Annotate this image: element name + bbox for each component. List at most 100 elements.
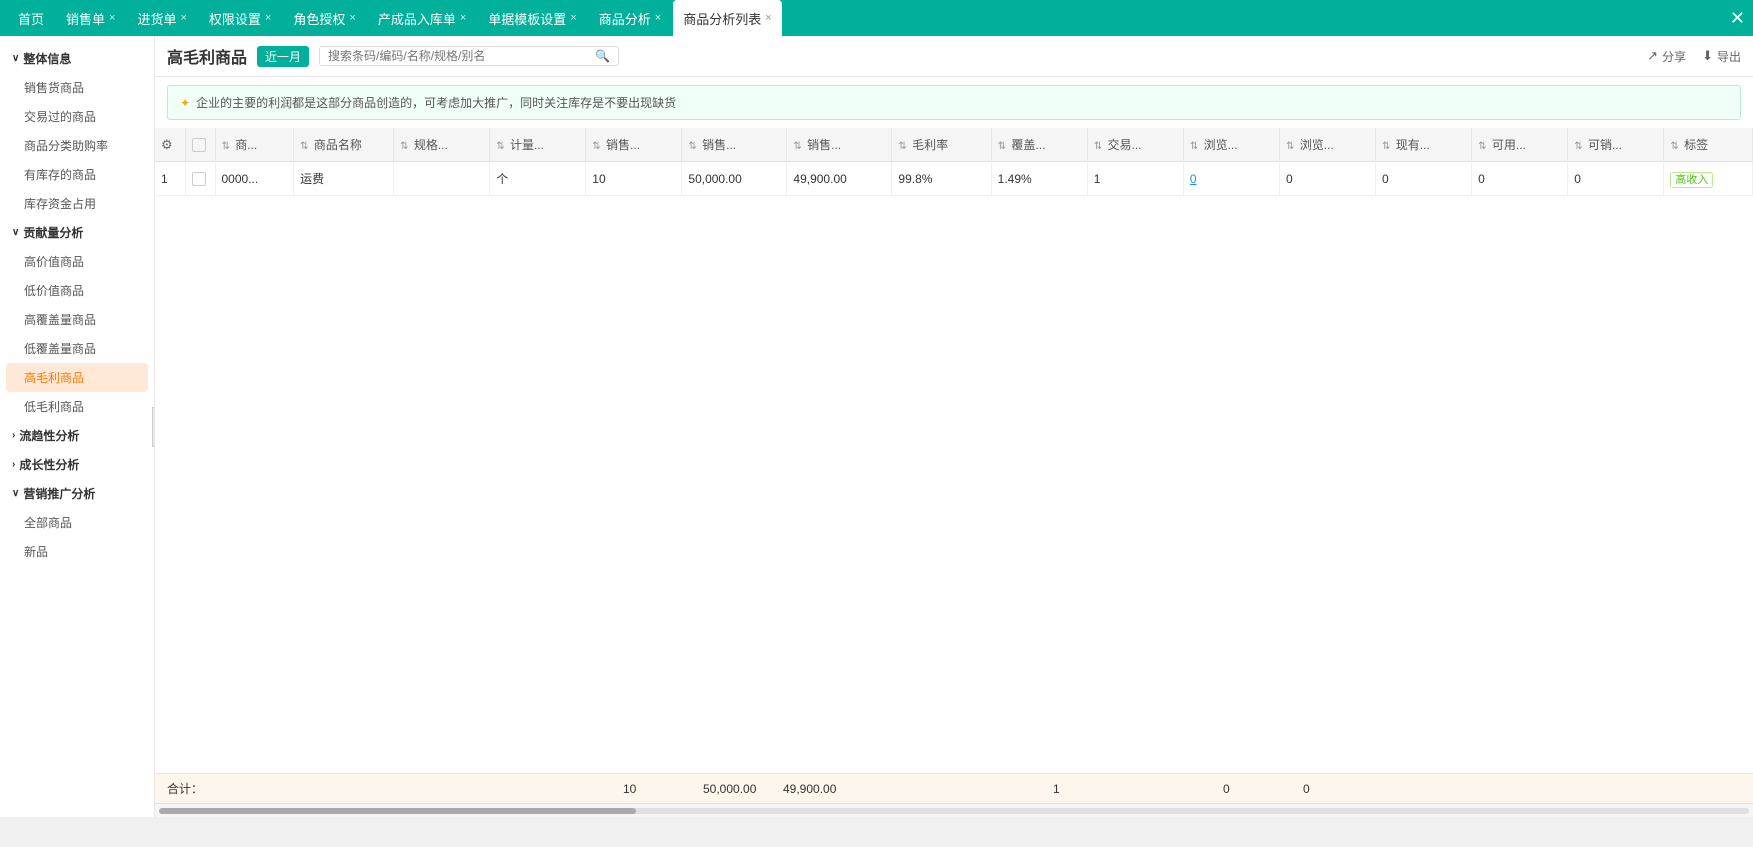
footer-browse2: 0 [1297, 782, 1377, 796]
sort-icon-qty: ⇅ [592, 141, 600, 152]
sidebar-item-all-goods[interactable]: 全部商品 [0, 508, 154, 537]
nav-sales-close[interactable]: × [109, 12, 115, 24]
sidebar-section-contribution[interactable]: ∨ 贡献量分析 [0, 218, 154, 247]
col-code[interactable]: ⇅ 商... [215, 128, 294, 162]
content-header: 高毛利商品 近一月 🔍 ↗ 分享 ⬇ 导出 [155, 36, 1753, 77]
nav-purchase-order[interactable]: 进货单 × [127, 0, 196, 36]
sidebar-section-marketing[interactable]: ∨ 营销推广分析 [0, 479, 154, 508]
nav-home[interactable]: 首页 [8, 0, 54, 36]
sidebar-item-in-stock[interactable]: 有库存的商品 [0, 160, 154, 189]
scrollbar-track[interactable] [159, 808, 1749, 814]
nav-analysis-label: 商品分析 [599, 9, 651, 28]
sidebar-item-stock-capital[interactable]: 库存资金占用 [0, 189, 154, 218]
col-stock-current[interactable]: ⇅ 现有... [1376, 128, 1472, 162]
sidebar-item-low-margin[interactable]: 低毛利商品 [0, 392, 154, 421]
table-container: ⚙ ⇅ 商... ⇅ 商品名称 [155, 128, 1753, 773]
window-close-button[interactable]: ✕ [1730, 8, 1745, 29]
sidebar-section-trend[interactable]: › 流趋性分析 [0, 421, 154, 450]
col-coverage[interactable]: ⇅ 覆盖... [991, 128, 1087, 162]
export-label: 导出 [1717, 48, 1741, 65]
sidebar-item-category-rate[interactable]: 商品分类助购率 [0, 131, 154, 160]
time-filter-button[interactable]: 近一月 [257, 46, 309, 67]
col-spec[interactable]: ⇅ 规格... [394, 128, 490, 162]
nav-role-auth[interactable]: 角色授权 × [283, 0, 365, 36]
footer-empty2 [937, 782, 1017, 796]
sidebar-item-low-coverage[interactable]: 低覆盖量商品 [0, 334, 154, 363]
col-margin[interactable]: ⇅ 毛利率 [892, 128, 991, 162]
row-browse2: 0 [1279, 162, 1375, 196]
contribution-arrow-icon: ∨ [12, 227, 19, 238]
sort-icon-unit: ⇅ [496, 141, 504, 152]
nav-permission[interactable]: 权限设置 × [199, 0, 281, 36]
sidebar-item-high-coverage[interactable]: 高覆盖量商品 [0, 305, 154, 334]
sidebar-item-high-margin[interactable]: 高毛利商品 [6, 363, 148, 392]
nav-analysis-close[interactable]: × [655, 12, 661, 24]
contribution-section-label: 贡献量分析 [23, 224, 83, 241]
sort-icon-stock-saleable: ⇅ [1574, 141, 1582, 152]
nav-permission-close[interactable]: × [265, 12, 271, 24]
row-transactions: 1 [1087, 162, 1183, 196]
search-input[interactable] [328, 49, 591, 63]
col-stock-saleable[interactable]: ⇅ 可销... [1568, 128, 1664, 162]
sidebar-item-sales-goods[interactable]: 销售货商品 [0, 73, 154, 102]
footer-label: 合计： [167, 780, 307, 797]
sort-icon-transactions: ⇅ [1094, 141, 1102, 152]
row-browse1[interactable]: 0 [1183, 162, 1279, 196]
row-select-checkbox[interactable] [192, 172, 206, 186]
col-name[interactable]: ⇅ 商品名称 [294, 128, 394, 162]
sort-icon-spec: ⇅ [400, 141, 408, 152]
col-sales-profit[interactable]: ⇅ 销售... [787, 128, 892, 162]
col-stock-available[interactable]: ⇅ 可用... [1472, 128, 1568, 162]
sidebar-item-new-goods[interactable]: 新品 [0, 537, 154, 566]
nav-product-analysis-list[interactable]: 商品分析列表 × [673, 0, 781, 36]
header-actions: ↗ 分享 ⬇ 导出 [1647, 48, 1741, 65]
sidebar-section-growth[interactable]: › 成长性分析 [0, 450, 154, 479]
share-button[interactable]: ↗ 分享 [1647, 48, 1686, 65]
col-sales-qty[interactable]: ⇅ 销售... [586, 128, 682, 162]
growth-section-label: 成长性分析 [19, 456, 79, 473]
col-sales-amount[interactable]: ⇅ 销售... [682, 128, 787, 162]
nav-template[interactable]: 单据模板设置 × [478, 0, 586, 36]
footer-values: 10 50,000.00 49,900.00 1 0 0 [307, 782, 1741, 796]
nav-sales-order[interactable]: 销售单 × [56, 0, 125, 36]
row-unit: 个 [490, 162, 586, 196]
nav-product-close[interactable]: × [460, 12, 466, 24]
nav-product-analysis[interactable]: 商品分析 × [589, 0, 671, 36]
trend-arrow-icon: › [12, 430, 15, 441]
col-unit[interactable]: ⇅ 计量... [490, 128, 586, 162]
nav-permission-label: 权限设置 [209, 9, 261, 28]
nav-template-close[interactable]: × [570, 12, 576, 24]
nav-purchase-label: 进货单 [137, 9, 176, 28]
sort-icon-stock-available: ⇅ [1478, 141, 1486, 152]
row-stock-saleable: 0 [1568, 162, 1664, 196]
gear-icon[interactable]: ⚙ [161, 137, 173, 152]
nav-product-storage[interactable]: 产成品入库单 × [368, 0, 476, 36]
sidebar-item-traded-goods[interactable]: 交易过的商品 [0, 102, 154, 131]
col-browse1[interactable]: ⇅ 浏览... [1183, 128, 1279, 162]
browse1-link[interactable]: 0 [1190, 172, 1197, 186]
col-tag[interactable]: ⇅ 标签 [1664, 128, 1753, 162]
sidebar-item-low-value[interactable]: 低价值商品 [0, 276, 154, 305]
col-transactions[interactable]: ⇅ 交易... [1087, 128, 1183, 162]
sidebar-section-overall[interactable]: ∨ 整体信息 [0, 44, 154, 73]
select-all-checkbox[interactable] [192, 138, 206, 152]
nav-purchase-close[interactable]: × [180, 12, 186, 24]
sidebar-item-high-value[interactable]: 高价值商品 [0, 247, 154, 276]
row-spec [394, 162, 490, 196]
sort-icon-stock-current: ⇅ [1382, 141, 1390, 152]
nav-analysis-list-close[interactable]: × [765, 12, 771, 24]
sidebar: « ∨ 整体信息 销售货商品 交易过的商品 商品分类助购率 有库存的商品 库存资… [0, 36, 155, 817]
nav-role-close[interactable]: × [349, 12, 355, 24]
growth-arrow-icon: › [12, 459, 15, 470]
tag-badge: 高收入 [1670, 172, 1713, 188]
scrollbar-thumb[interactable] [159, 808, 636, 814]
row-stock-current: 0 [1376, 162, 1472, 196]
data-table: ⚙ ⇅ 商... ⇅ 商品名称 [155, 128, 1753, 196]
table-row: 1 0000... 运费 个 10 50,000.00 49,900.00 99… [155, 162, 1753, 196]
export-button[interactable]: ⬇ 导出 [1702, 48, 1741, 65]
search-icon[interactable]: 🔍 [595, 49, 610, 63]
nav-home-label: 首页 [18, 9, 44, 28]
sidebar-collapse-button[interactable]: « [152, 407, 155, 447]
col-browse2[interactable]: ⇅ 浏览... [1279, 128, 1375, 162]
nav-role-label: 角色授权 [293, 9, 345, 28]
